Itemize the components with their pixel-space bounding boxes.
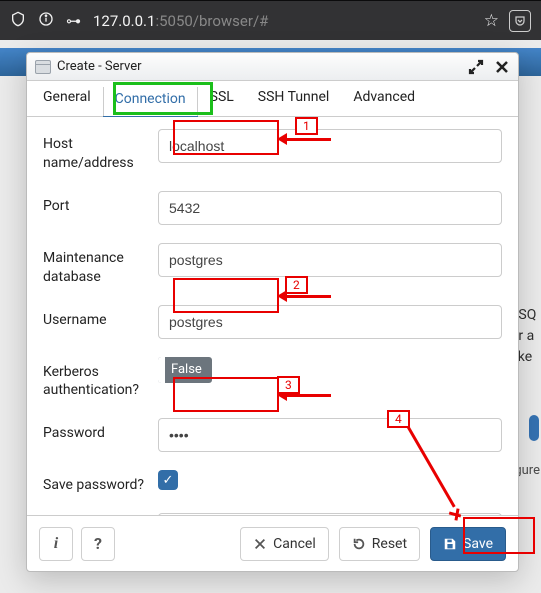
key-icon[interactable]: ⊶ xyxy=(66,12,81,30)
reset-label: Reset xyxy=(372,536,407,552)
cancel-label: Cancel xyxy=(273,536,316,552)
username-label: Username xyxy=(43,305,158,330)
password-label: Password xyxy=(43,418,158,443)
port-input[interactable] xyxy=(158,191,502,225)
role-input[interactable] xyxy=(158,513,502,515)
info-button[interactable]: i xyxy=(39,527,73,561)
tab-advanced[interactable]: Advanced xyxy=(341,81,427,116)
password-input[interactable] xyxy=(158,418,502,452)
browser-bar: ⊶ 127.0.0.1:5050/browser/# ☆ xyxy=(0,0,541,40)
role-label: Role xyxy=(43,513,158,515)
host-label: Host name/address xyxy=(43,129,158,173)
maintdb-label: Maintenance database xyxy=(43,243,158,287)
savepw-checkbox[interactable]: ✓ xyxy=(158,470,178,490)
pocket-icon[interactable] xyxy=(509,10,531,32)
toggle-text: False xyxy=(165,362,212,377)
star-icon[interactable]: ☆ xyxy=(484,11,499,31)
dialog-header[interactable]: Create - Server xyxy=(27,53,518,81)
dialog-tabs: General Connection SSL SSH Tunnel Advanc… xyxy=(27,81,518,117)
url-bar[interactable]: 127.0.0.1:5050/browser/# xyxy=(93,12,268,30)
close-icon[interactable] xyxy=(494,59,510,75)
help-button[interactable]: ? xyxy=(81,527,115,561)
savepw-label: Save password? xyxy=(43,470,158,495)
tab-ssl[interactable]: SSL xyxy=(198,81,246,116)
port-label: Port xyxy=(43,191,158,216)
username-input[interactable] xyxy=(158,305,502,339)
expand-icon[interactable] xyxy=(468,59,484,75)
cancel-button[interactable]: Cancel xyxy=(240,527,329,561)
form-body: Host name/address Port Maintenance datab… xyxy=(27,117,518,515)
tab-sshtunnel[interactable]: SSH Tunnel xyxy=(246,81,342,116)
browser-right-icons: ☆ xyxy=(484,10,531,32)
create-server-dialog: Create - Server General Connection SSL S… xyxy=(26,52,519,572)
toggle-knob xyxy=(158,357,165,383)
browser-left-icons: ⊶ xyxy=(10,11,81,31)
info-circle-icon[interactable] xyxy=(38,11,54,31)
kerberos-label: Kerberos authentication? xyxy=(43,357,158,401)
maintdb-input[interactable] xyxy=(158,243,502,277)
url-host: 127.0.0.1 xyxy=(93,12,155,30)
reset-button[interactable]: Reset xyxy=(339,527,420,561)
tab-connection[interactable]: Connection xyxy=(103,81,198,117)
dialog-title: Create - Server xyxy=(57,59,142,74)
server-icon xyxy=(35,60,51,74)
tab-general[interactable]: General xyxy=(31,81,103,116)
save-label: Save xyxy=(463,536,493,552)
host-input[interactable] xyxy=(158,129,502,163)
url-rest: :5050/browser/# xyxy=(155,12,268,30)
save-button[interactable]: Save xyxy=(430,527,506,561)
kerberos-toggle[interactable]: False xyxy=(158,357,212,383)
shield-icon[interactable] xyxy=(10,11,26,31)
dialog-footer: i ? Cancel Reset Save xyxy=(27,515,518,571)
